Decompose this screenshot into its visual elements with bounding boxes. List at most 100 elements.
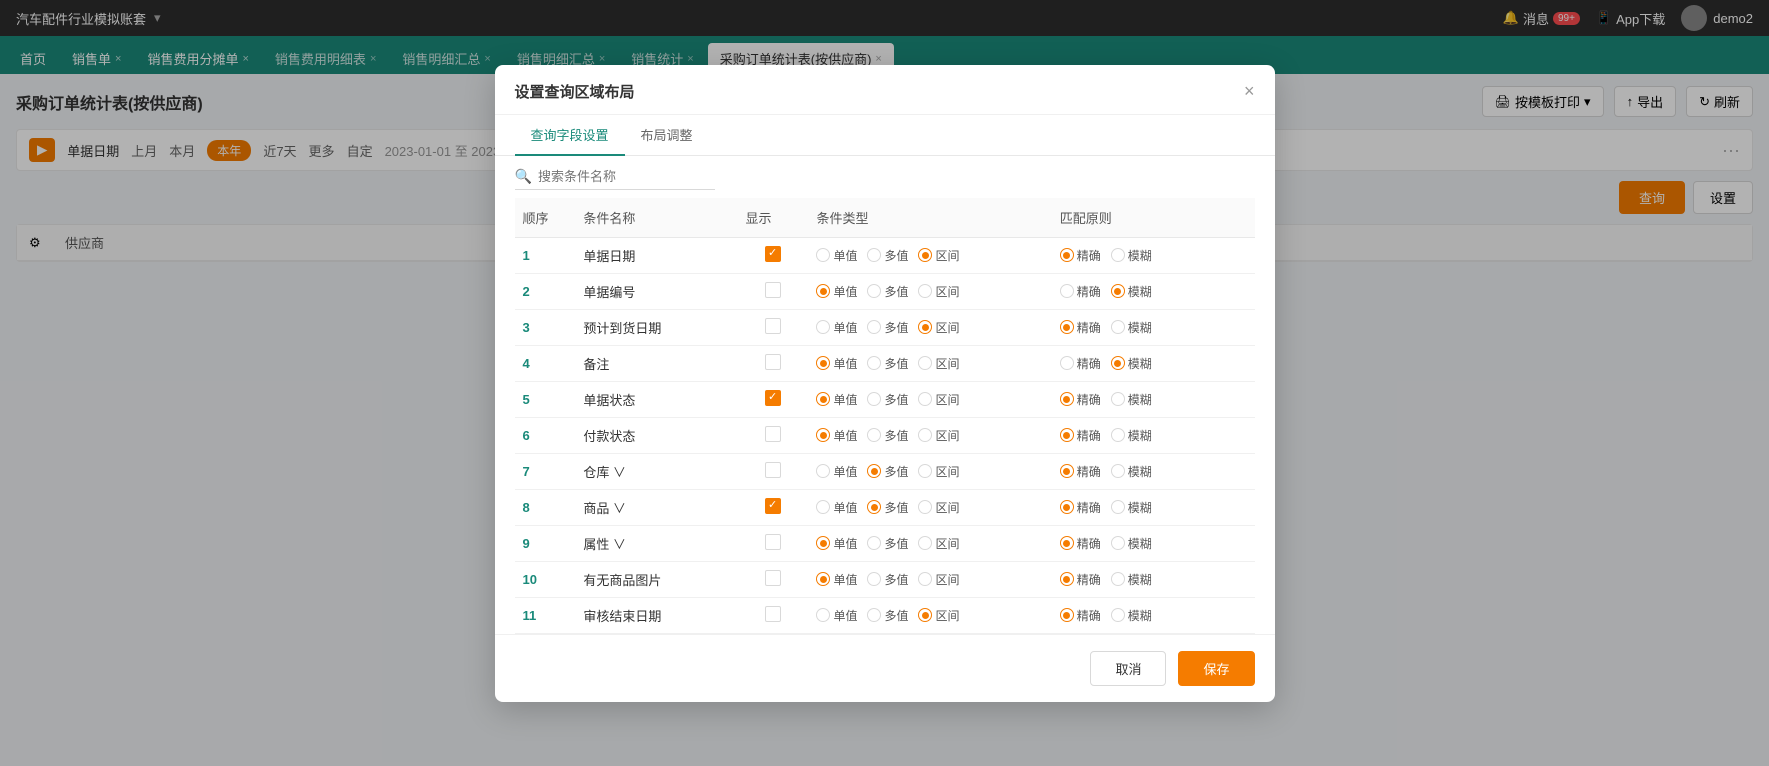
display-checkbox[interactable] bbox=[765, 426, 781, 442]
type-option-区间[interactable]: 区间 bbox=[918, 535, 959, 552]
row-display-checkbox[interactable] bbox=[738, 561, 809, 597]
type-option-多值[interactable]: 多值 bbox=[867, 427, 908, 444]
th-display: 显示 bbox=[738, 198, 809, 238]
radio-circle bbox=[816, 464, 830, 478]
row-display-checkbox[interactable] bbox=[738, 417, 809, 453]
match-option-精确[interactable]: 精确 bbox=[1060, 247, 1101, 264]
match-option-模糊[interactable]: 模糊 bbox=[1111, 535, 1152, 552]
match-option-模糊[interactable]: 模糊 bbox=[1111, 607, 1152, 624]
type-option-多值[interactable]: 多值 bbox=[867, 355, 908, 372]
row-condition-name: 单据状态 bbox=[575, 381, 737, 417]
type-option-多值[interactable]: 多值 bbox=[867, 499, 908, 516]
type-option-区间[interactable]: 区间 bbox=[918, 571, 959, 588]
type-option-区间[interactable]: 区间 bbox=[918, 283, 959, 300]
row-display-checkbox[interactable] bbox=[738, 453, 809, 489]
type-option-区间[interactable]: 区间 bbox=[918, 355, 959, 372]
match-option-模糊[interactable]: 模糊 bbox=[1111, 571, 1152, 588]
radio-label: 区间 bbox=[935, 247, 959, 264]
match-option-模糊[interactable]: 模糊 bbox=[1111, 427, 1152, 444]
type-option-区间[interactable]: 区间 bbox=[918, 607, 959, 624]
row-seq: 7 bbox=[515, 453, 576, 489]
type-option-单值[interactable]: 单值 bbox=[816, 499, 857, 516]
type-option-单值[interactable]: 单值 bbox=[816, 535, 857, 552]
radio-circle bbox=[867, 392, 881, 406]
match-option-精确[interactable]: 精确 bbox=[1060, 607, 1101, 624]
match-option-模糊[interactable]: 模糊 bbox=[1111, 463, 1152, 480]
match-option-精确[interactable]: 精确 bbox=[1060, 571, 1101, 588]
radio-label: 区间 bbox=[935, 571, 959, 588]
row-match-group: 精确模糊 bbox=[1052, 597, 1255, 633]
type-option-区间[interactable]: 区间 bbox=[918, 463, 959, 480]
radio-label: 精确 bbox=[1077, 247, 1101, 264]
radio-circle bbox=[1060, 392, 1074, 406]
match-option-精确[interactable]: 精确 bbox=[1060, 535, 1101, 552]
type-option-区间[interactable]: 区间 bbox=[918, 427, 959, 444]
match-option-精确[interactable]: 精确 bbox=[1060, 283, 1101, 300]
table-row: 9属性 ∨单值多值区间精确模糊 bbox=[515, 525, 1255, 561]
type-option-区间[interactable]: 区间 bbox=[918, 499, 959, 516]
type-option-单值[interactable]: 单值 bbox=[816, 427, 857, 444]
type-option-单值[interactable]: 单值 bbox=[816, 607, 857, 624]
radio-label: 精确 bbox=[1077, 319, 1101, 336]
row-display-checkbox[interactable] bbox=[738, 597, 809, 633]
type-option-多值[interactable]: 多值 bbox=[867, 571, 908, 588]
tab-layout-adjust[interactable]: 布局调整 bbox=[625, 115, 709, 156]
display-checkbox[interactable] bbox=[765, 282, 781, 298]
match-option-精确[interactable]: 精确 bbox=[1060, 319, 1101, 336]
match-option-模糊[interactable]: 模糊 bbox=[1111, 319, 1152, 336]
type-option-单值[interactable]: 单值 bbox=[816, 571, 857, 588]
row-display-checkbox[interactable] bbox=[738, 489, 809, 525]
display-checkbox[interactable] bbox=[765, 606, 781, 622]
type-option-单值[interactable]: 单值 bbox=[816, 319, 857, 336]
match-option-精确[interactable]: 精确 bbox=[1060, 427, 1101, 444]
type-option-多值[interactable]: 多值 bbox=[867, 535, 908, 552]
match-option-模糊[interactable]: 模糊 bbox=[1111, 283, 1152, 300]
match-option-模糊[interactable]: 模糊 bbox=[1111, 247, 1152, 264]
display-checkbox[interactable] bbox=[765, 570, 781, 586]
type-option-区间[interactable]: 区间 bbox=[918, 319, 959, 336]
match-option-模糊[interactable]: 模糊 bbox=[1111, 391, 1152, 408]
dialog-close-btn[interactable]: × bbox=[1244, 82, 1255, 100]
row-display-checkbox[interactable] bbox=[738, 525, 809, 561]
match-option-精确[interactable]: 精确 bbox=[1060, 391, 1101, 408]
type-option-多值[interactable]: 多值 bbox=[867, 391, 908, 408]
match-option-模糊[interactable]: 模糊 bbox=[1111, 355, 1152, 372]
match-option-模糊[interactable]: 模糊 bbox=[1111, 499, 1152, 516]
type-option-单值[interactable]: 单值 bbox=[816, 283, 857, 300]
row-display-checkbox[interactable] bbox=[738, 309, 809, 345]
cancel-button[interactable]: 取消 bbox=[1090, 651, 1166, 686]
display-checkbox[interactable] bbox=[765, 390, 781, 406]
save-button[interactable]: 保存 bbox=[1178, 651, 1254, 686]
display-checkbox[interactable] bbox=[765, 498, 781, 514]
type-option-区间[interactable]: 区间 bbox=[918, 391, 959, 408]
display-checkbox[interactable] bbox=[765, 354, 781, 370]
type-option-单值[interactable]: 单值 bbox=[816, 355, 857, 372]
match-option-精确[interactable]: 精确 bbox=[1060, 499, 1101, 516]
display-checkbox[interactable] bbox=[765, 246, 781, 262]
radio-label: 多值 bbox=[884, 463, 908, 480]
match-option-精确[interactable]: 精确 bbox=[1060, 355, 1101, 372]
type-option-单值[interactable]: 单值 bbox=[816, 391, 857, 408]
tab-query-fields[interactable]: 查询字段设置 bbox=[515, 115, 625, 156]
row-display-checkbox[interactable] bbox=[738, 237, 809, 273]
row-display-checkbox[interactable] bbox=[738, 273, 809, 309]
display-checkbox[interactable] bbox=[765, 462, 781, 478]
table-row: 8商品 ∨单值多值区间精确模糊 bbox=[515, 489, 1255, 525]
type-option-区间[interactable]: 区间 bbox=[918, 247, 959, 264]
type-option-多值[interactable]: 多值 bbox=[867, 319, 908, 336]
type-option-多值[interactable]: 多值 bbox=[867, 607, 908, 624]
th-seq: 顺序 bbox=[515, 198, 576, 238]
condition-search-input[interactable] bbox=[538, 169, 715, 184]
radio-circle bbox=[816, 572, 830, 586]
display-checkbox[interactable] bbox=[765, 318, 781, 334]
display-checkbox[interactable] bbox=[765, 534, 781, 550]
type-option-单值[interactable]: 单值 bbox=[816, 247, 857, 264]
type-option-多值[interactable]: 多值 bbox=[867, 463, 908, 480]
type-option-多值[interactable]: 多值 bbox=[867, 283, 908, 300]
row-display-checkbox[interactable] bbox=[738, 381, 809, 417]
type-option-多值[interactable]: 多值 bbox=[867, 247, 908, 264]
match-option-精确[interactable]: 精确 bbox=[1060, 463, 1101, 480]
row-display-checkbox[interactable] bbox=[738, 345, 809, 381]
radio-label: 精确 bbox=[1077, 607, 1101, 624]
type-option-单值[interactable]: 单值 bbox=[816, 463, 857, 480]
